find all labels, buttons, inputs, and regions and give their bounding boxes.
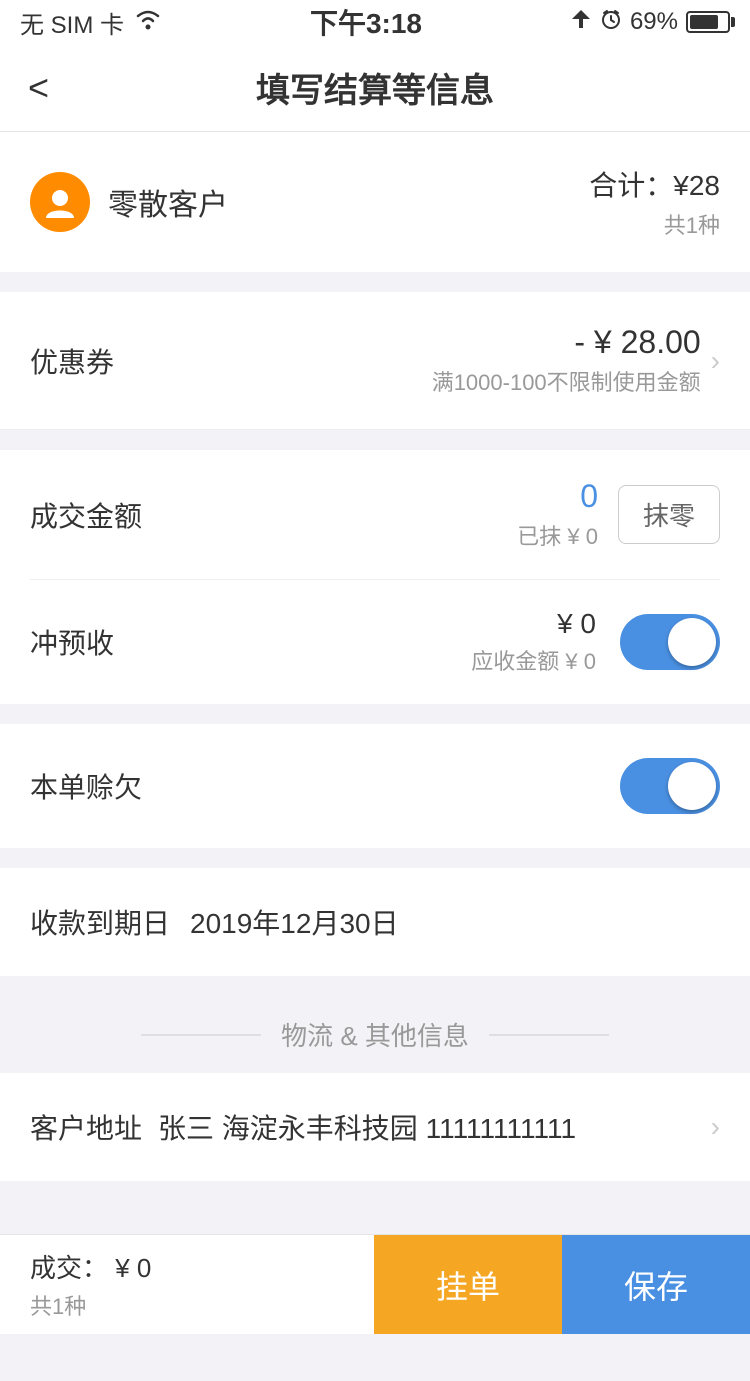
credit-row: 本单赊欠 <box>30 724 720 848</box>
credit-toggle[interactable] <box>620 758 720 814</box>
chevron-right-icon: › <box>711 345 720 377</box>
address-section: 客户地址 张三 海淀永丰科技园 11111111111 › <box>0 1073 750 1181</box>
avatar <box>30 172 90 232</box>
coupon-label: 优惠券 <box>30 341 114 381</box>
credit-section: 本单赊欠 <box>0 724 750 848</box>
transaction-value: 0 <box>517 478 598 515</box>
prepaid-label: 冲预收 <box>30 622 114 662</box>
battery-text: 69% <box>630 8 678 36</box>
address-chevron-icon: › <box>711 1111 720 1143</box>
customer-right: 合计：¥28 共1种 <box>589 164 720 240</box>
customer-name: 零散客户 <box>108 180 228 224</box>
main-content: 零散客户 合计：¥28 共1种 优惠券 - ¥ 28.00 满1000-100不… <box>0 132 750 1381</box>
hold-button-label: 挂单 <box>436 1262 500 1308</box>
prepaid-row: 冲预收 ¥ 0 应收金额 ¥ 0 <box>30 580 720 704</box>
round-button[interactable]: 抹零 <box>618 485 720 544</box>
save-button-label: 保存 <box>624 1262 688 1308</box>
due-date-value: 2019年12月30日 <box>190 902 399 942</box>
coupon-description: 满1000-100不限制使用金额 <box>432 365 701 397</box>
bottom-info: 成交： ¥ 0 共1种 <box>0 1235 374 1334</box>
transaction-section: 成交金额 0 已抹 ¥ 0 抹零 冲预收 ¥ 0 应收金额 ¥ 0 <box>0 450 750 704</box>
battery-icon <box>686 11 730 33</box>
coupon-right: - ¥ 28.00 满1000-100不限制使用金额 › <box>432 324 720 397</box>
transaction-label: 成交金额 <box>30 495 142 535</box>
due-date-row: 收款到期日 2019年12月30日 <box>30 868 720 976</box>
customer-row: 零散客户 合计：¥28 共1种 <box>0 132 750 272</box>
prepaid-amount: ¥ 0 <box>471 608 596 640</box>
prepaid-values: ¥ 0 应收金额 ¥ 0 <box>471 608 596 676</box>
customer-total: 合计：¥28 <box>589 164 720 204</box>
wifi-icon <box>134 8 162 37</box>
address-label: 客户地址 <box>30 1107 142 1147</box>
logistics-title: 物流 & 其他信息 <box>281 1021 469 1051</box>
address-value: 张三 海淀永丰科技园 11111111111 <box>142 1107 711 1147</box>
prepaid-right: ¥ 0 应收金额 ¥ 0 <box>471 608 720 676</box>
due-date-label: 收款到期日 <box>30 902 170 942</box>
coupon-row[interactable]: 优惠券 - ¥ 28.00 满1000-100不限制使用金额 › <box>0 292 750 430</box>
customer-count: 共1种 <box>589 208 720 240</box>
transaction-right: 0 已抹 ¥ 0 抹零 <box>517 478 720 551</box>
carrier-text: 无 SIM 卡 <box>20 5 124 40</box>
coupon-discount: - ¥ 28.00 <box>432 324 701 361</box>
address-row[interactable]: 客户地址 张三 海淀永丰科技园 11111111111 › <box>30 1073 720 1181</box>
location-icon <box>570 8 592 37</box>
status-bar: 无 SIM 卡 下午3:18 69% <box>0 0 750 44</box>
save-button[interactable]: 保存 <box>562 1235 750 1334</box>
bottom-count-text: 共1种 <box>30 1289 344 1321</box>
nav-bar: < 填写结算等信息 <box>0 44 750 132</box>
divider-right <box>489 1034 609 1035</box>
back-button[interactable]: < <box>28 67 49 109</box>
toggle-knob <box>668 618 716 666</box>
alarm-icon <box>600 8 622 37</box>
status-time: 下午3:18 <box>310 2 422 42</box>
transaction-value-col: 0 已抹 ¥ 0 <box>517 478 598 551</box>
bottom-bar: 成交： ¥ 0 共1种 挂单 保存 <box>0 1234 750 1334</box>
coupon-card: 优惠券 - ¥ 28.00 满1000-100不限制使用金额 › <box>0 292 750 430</box>
logistics-title-wrapper: 物流 & 其他信息 <box>281 1016 469 1053</box>
page-title: 填写结算等信息 <box>256 63 494 112</box>
customer-left: 零散客户 <box>30 172 228 232</box>
prepaid-sub: 应收金额 ¥ 0 <box>471 644 596 676</box>
hold-button[interactable]: 挂单 <box>374 1235 562 1334</box>
prepaid-toggle[interactable] <box>620 614 720 670</box>
bottom-deal-text: 成交： ¥ 0 <box>30 1248 344 1285</box>
credit-label: 本单赊欠 <box>30 766 142 806</box>
due-date-section: 收款到期日 2019年12月30日 <box>0 868 750 976</box>
divider-left <box>141 1034 261 1035</box>
status-left: 无 SIM 卡 <box>20 5 162 40</box>
transaction-row: 成交金额 0 已抹 ¥ 0 抹零 <box>30 450 720 580</box>
transaction-sub: 已抹 ¥ 0 <box>517 519 598 551</box>
status-right: 69% <box>570 8 730 37</box>
logistics-divider: 物流 & 其他信息 <box>0 996 750 1073</box>
credit-toggle-knob <box>668 762 716 810</box>
coupon-right-col: - ¥ 28.00 满1000-100不限制使用金额 <box>432 324 701 397</box>
